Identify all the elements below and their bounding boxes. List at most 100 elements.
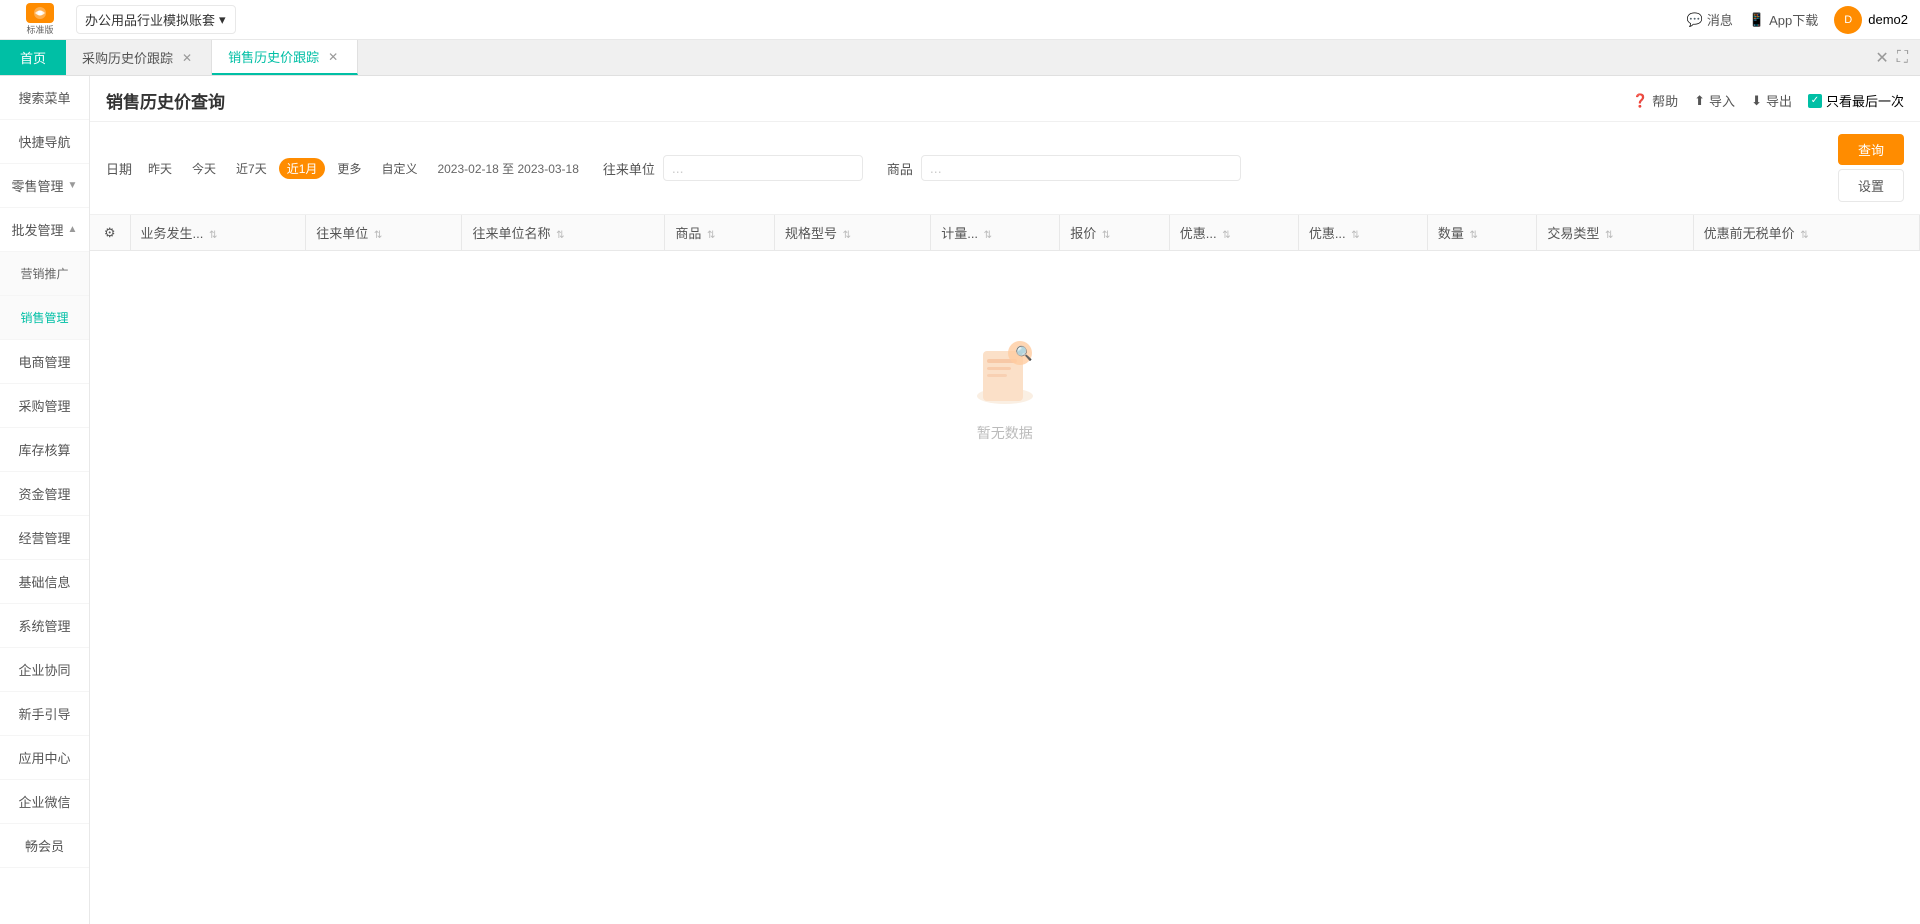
- table-col-spec[interactable]: 规格型号 ⇅: [774, 215, 930, 251]
- only-latest-checkbox[interactable]: ✓ 只看最后一次: [1808, 91, 1904, 110]
- empty-icon: 🔍: [965, 331, 1045, 411]
- sidebar-item-operations[interactable]: 经营管理: [0, 516, 89, 560]
- tab-sales-history-close[interactable]: ✕: [325, 49, 341, 65]
- table-col-unit[interactable]: 计量... ⇅: [931, 215, 1060, 251]
- sidebar-item-wholesale[interactable]: 批发管理 ▲: [0, 208, 89, 252]
- system-label: 系统管理: [18, 616, 70, 635]
- basic-info-label: 基础信息: [18, 572, 70, 591]
- page-title: 销售历史价查询: [106, 88, 225, 113]
- marketing-label: 营销推广: [20, 265, 68, 282]
- sidebar-item-app-center[interactable]: 应用中心: [0, 736, 89, 780]
- tab-purchase-history[interactable]: 采购历史价跟踪 ✕: [66, 40, 212, 75]
- sidebar-item-sales-mgmt[interactable]: 销售管理: [0, 296, 89, 340]
- table-col-discount1[interactable]: 优惠... ⇅: [1169, 215, 1298, 251]
- goods-input[interactable]: ...: [921, 155, 1241, 181]
- sales-mgmt-label: 销售管理: [20, 309, 68, 326]
- enterprise-label: 企业协同: [18, 660, 70, 679]
- tab-purchase-history-close[interactable]: ✕: [179, 50, 195, 66]
- query-button[interactable]: 查询: [1838, 134, 1904, 165]
- operations-label: 经营管理: [18, 528, 70, 547]
- table-col-pre-tax-price[interactable]: 优惠前无税单价 ⇅: [1693, 215, 1919, 251]
- sort-arrows-quote: ⇅: [1102, 230, 1110, 241]
- account-name: 办公用品行业模拟账套: [85, 10, 215, 29]
- sidebar-item-corp-wechat[interactable]: 企业微信: [0, 780, 89, 824]
- logo-text: 标准版: [26, 23, 53, 36]
- sort-arrows-partner-code: ⇅: [374, 230, 382, 241]
- filter-area: 日期 昨天 今天 近7天 近1月 更多 自定义 2023-02-18 至 202…: [90, 122, 1920, 215]
- sidebar-item-basic-info[interactable]: 基础信息: [0, 560, 89, 604]
- sidebar-item-guide[interactable]: 新手引导: [0, 692, 89, 736]
- setting-button[interactable]: 设置: [1838, 169, 1904, 202]
- sort-arrows-quantity: ⇅: [1469, 230, 1477, 241]
- import-button[interactable]: ⬆ 导入: [1694, 91, 1735, 110]
- sidebar-item-member[interactable]: 畅会员: [0, 824, 89, 868]
- user-menu[interactable]: D demo2: [1834, 6, 1908, 34]
- partner-input[interactable]: ...: [663, 155, 863, 181]
- wholesale-label: 批发管理: [12, 220, 64, 239]
- sort-arrows-partner-name: ⇅: [556, 230, 564, 241]
- table-col-partner-name[interactable]: 往来单位名称 ⇅: [462, 215, 665, 251]
- empty-state: 🔍 暂无数据: [90, 251, 1920, 523]
- maximize-button[interactable]: ⛶: [1897, 49, 1908, 67]
- top-bar: 标准版 办公用品行业模拟账套 ▾ 💬 消息 📱 App下载 D demo2: [0, 0, 1920, 40]
- sidebar-item-search[interactable]: 搜索菜单: [0, 76, 89, 120]
- table-col-gear[interactable]: ⚙: [90, 215, 130, 251]
- close-window-button[interactable]: ✕: [1875, 48, 1888, 68]
- retail-label: 零售管理: [12, 176, 64, 195]
- empty-text: 暂无数据: [977, 423, 1033, 443]
- inventory-label: 库存核算: [18, 440, 70, 459]
- sidebar-item-quicknav[interactable]: 快捷导航: [0, 120, 89, 164]
- table-col-quantity[interactable]: 数量 ⇅: [1427, 215, 1537, 251]
- table-col-partner-code[interactable]: 往来单位 ⇅: [306, 215, 462, 251]
- table-header: ⚙ 业务发生... ⇅ 往来单位 ⇅ 往来单位名称 ⇅: [90, 215, 1920, 251]
- member-label: 畅会员: [25, 836, 64, 855]
- table-col-trade-type[interactable]: 交易类型 ⇅: [1537, 215, 1693, 251]
- goods-input-placeholder: ...: [930, 160, 942, 176]
- tab-bar-end: ✕ ⛶: [1863, 40, 1920, 75]
- account-dropdown[interactable]: 办公用品行业模拟账套 ▾: [76, 5, 236, 34]
- import-label: 导入: [1709, 91, 1735, 110]
- user-name: demo2: [1868, 12, 1908, 27]
- date-option-7days[interactable]: 近7天: [228, 158, 275, 179]
- date-option-today[interactable]: 今天: [184, 158, 224, 179]
- sidebar-item-marketing[interactable]: 营销推广: [0, 252, 89, 296]
- table-col-quote[interactable]: 报价 ⇅: [1060, 215, 1170, 251]
- export-icon: ⬇: [1751, 93, 1762, 109]
- sidebar-item-purchase[interactable]: 采购管理: [0, 384, 89, 428]
- ecommerce-label: 电商管理: [18, 352, 70, 371]
- app-download-button[interactable]: 📱 App下载: [1749, 10, 1818, 29]
- sidebar-item-enterprise[interactable]: 企业协同: [0, 648, 89, 692]
- filter-row: 日期 昨天 今天 近7天 近1月 更多 自定义 2023-02-18 至 202…: [106, 134, 1904, 202]
- table-col-biz-date[interactable]: 业务发生... ⇅: [130, 215, 306, 251]
- only-latest-label: 只看最后一次: [1826, 91, 1904, 110]
- sidebar-item-finance[interactable]: 资金管理: [0, 472, 89, 516]
- page-header: 销售历史价查询 ❓ 帮助 ⬆ 导入 ⬇ 导出 ✓ 只看最后一次: [90, 76, 1920, 122]
- sidebar-item-retail[interactable]: 零售管理 ▼: [0, 164, 89, 208]
- sidebar-item-system[interactable]: 系统管理: [0, 604, 89, 648]
- message-button[interactable]: 💬 消息: [1687, 10, 1733, 29]
- table-col-discount2[interactable]: 优惠... ⇅: [1298, 215, 1427, 251]
- help-button[interactable]: ❓ 帮助: [1632, 91, 1678, 110]
- date-option-yesterday[interactable]: 昨天: [140, 158, 180, 179]
- partner-input-placeholder: ...: [672, 160, 684, 176]
- tab-sales-history[interactable]: 销售历史价跟踪 ✕: [212, 40, 358, 75]
- table-col-goods[interactable]: 商品 ⇅: [665, 215, 775, 251]
- date-option-1month[interactable]: 近1月: [279, 158, 326, 179]
- partner-label: 往来单位: [603, 159, 655, 178]
- purchase-history-label: 采购历史价跟踪: [82, 48, 173, 67]
- help-label: 帮助: [1652, 91, 1678, 110]
- date-options: 昨天 今天 近7天 近1月 更多 自定义: [140, 158, 425, 179]
- tab-home[interactable]: 首页: [0, 40, 66, 75]
- sidebar: 搜索菜单 快捷导航 零售管理 ▼ 批发管理 ▲ 营销推广 销售管理 电商管理 采…: [0, 76, 90, 924]
- date-option-more[interactable]: 更多: [329, 158, 369, 179]
- app-logo: 标准版: [12, 2, 68, 38]
- empty-row: 🔍 暂无数据: [90, 251, 1920, 524]
- sidebar-item-inventory[interactable]: 库存核算: [0, 428, 89, 472]
- checkbox-icon: ✓: [1808, 94, 1822, 108]
- export-button[interactable]: ⬇ 导出: [1751, 91, 1792, 110]
- date-option-custom[interactable]: 自定义: [373, 158, 425, 179]
- help-icon: ❓: [1632, 93, 1648, 109]
- table-body: 🔍 暂无数据: [90, 251, 1920, 524]
- top-actions: 💬 消息 📱 App下载 D demo2: [1687, 6, 1908, 34]
- sidebar-item-ecommerce[interactable]: 电商管理: [0, 340, 89, 384]
